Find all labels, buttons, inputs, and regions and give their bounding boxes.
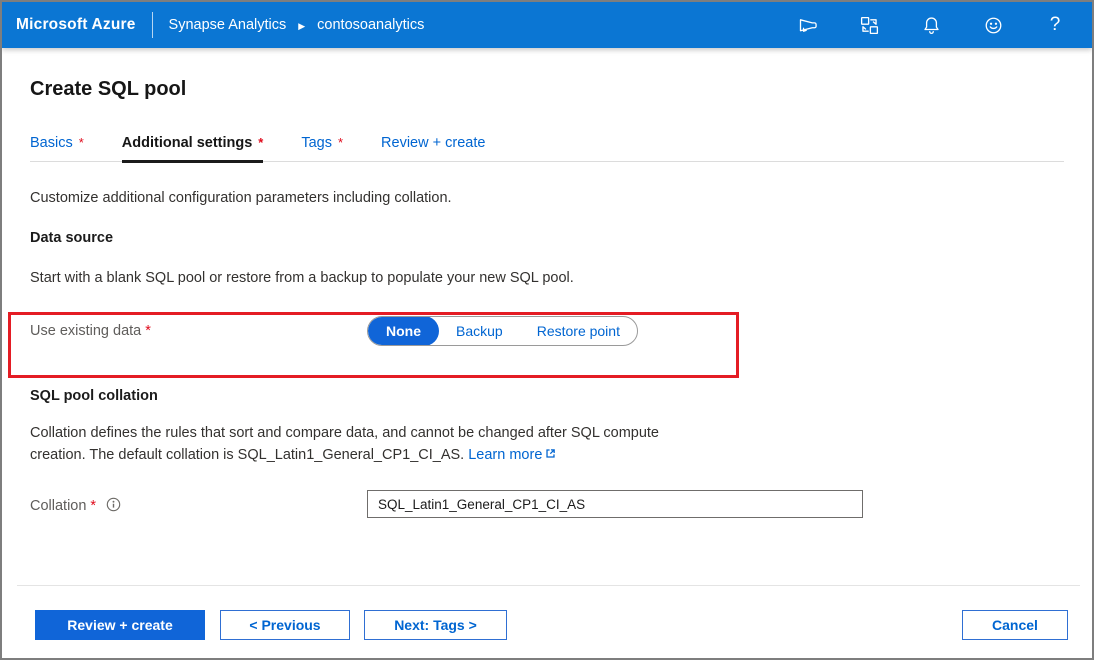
review-create-button[interactable]: Review + create (35, 610, 205, 640)
learn-more-link[interactable]: Learn more (468, 447, 542, 463)
external-link-icon (542, 447, 556, 463)
intro-text: Customize additional configuration param… (30, 190, 1064, 206)
footer-bar: Review + create < Previous Next: Tags > … (35, 610, 1068, 640)
tab-basics[interactable]: Basics* (30, 135, 84, 161)
topbar-icons: ? (796, 14, 1066, 36)
tab-review-create[interactable]: Review + create (381, 135, 485, 161)
collation-heading: SQL pool collation (30, 388, 1064, 404)
data-source-heading: Data source (30, 230, 1064, 246)
breadcrumb-app[interactable]: Synapse Analytics (169, 17, 287, 33)
collation-description: Collation defines the rules that sort an… (30, 422, 820, 466)
use-existing-data-label: Use existing data* (30, 323, 367, 339)
cancel-button[interactable]: Cancel (962, 610, 1068, 640)
topbar-divider (152, 12, 153, 38)
main-content: Create SQL pool Basics* Additional setti… (2, 78, 1092, 518)
breadcrumb-resource[interactable]: contosoanalytics (317, 17, 424, 33)
bell-icon[interactable] (920, 14, 942, 36)
use-existing-data-row: Use existing data* None Backup Restore p… (30, 298, 1064, 364)
use-existing-data-toggle: None Backup Restore point (367, 316, 638, 346)
breadcrumb-separator-icon: ▶ (298, 21, 305, 32)
info-icon[interactable] (106, 497, 121, 512)
wizard-tabs: Basics* Additional settings* Tags* Revie… (30, 135, 1064, 162)
option-backup[interactable]: Backup (439, 316, 520, 346)
azure-top-bar: Microsoft Azure Synapse Analytics ▶ cont… (2, 2, 1092, 48)
option-none[interactable]: None (368, 316, 439, 346)
tab-tags[interactable]: Tags* (301, 135, 343, 161)
collation-label: Collation* (30, 495, 367, 514)
option-restore-point[interactable]: Restore point (520, 316, 637, 346)
tab-additional-settings[interactable]: Additional settings* (122, 135, 264, 163)
collation-input[interactable] (367, 490, 863, 518)
previous-button[interactable]: < Previous (220, 610, 350, 640)
smiley-icon[interactable] (982, 14, 1004, 36)
data-source-description: Start with a blank SQL pool or restore f… (30, 270, 1064, 286)
collation-field-row: Collation* (30, 490, 1064, 518)
create-sql-pool-window: Microsoft Azure Synapse Analytics ▶ cont… (0, 0, 1094, 660)
azure-brand[interactable]: Microsoft Azure (16, 16, 136, 34)
breadcrumb: Synapse Analytics ▶ contosoanalytics (169, 17, 425, 33)
footer-divider (17, 585, 1080, 586)
next-tags-button[interactable]: Next: Tags > (364, 610, 507, 640)
megaphone-icon[interactable] (796, 14, 818, 36)
help-icon[interactable]: ? (1044, 14, 1066, 36)
directory-switch-icon[interactable] (858, 14, 880, 36)
page-title: Create SQL pool (30, 78, 1064, 101)
